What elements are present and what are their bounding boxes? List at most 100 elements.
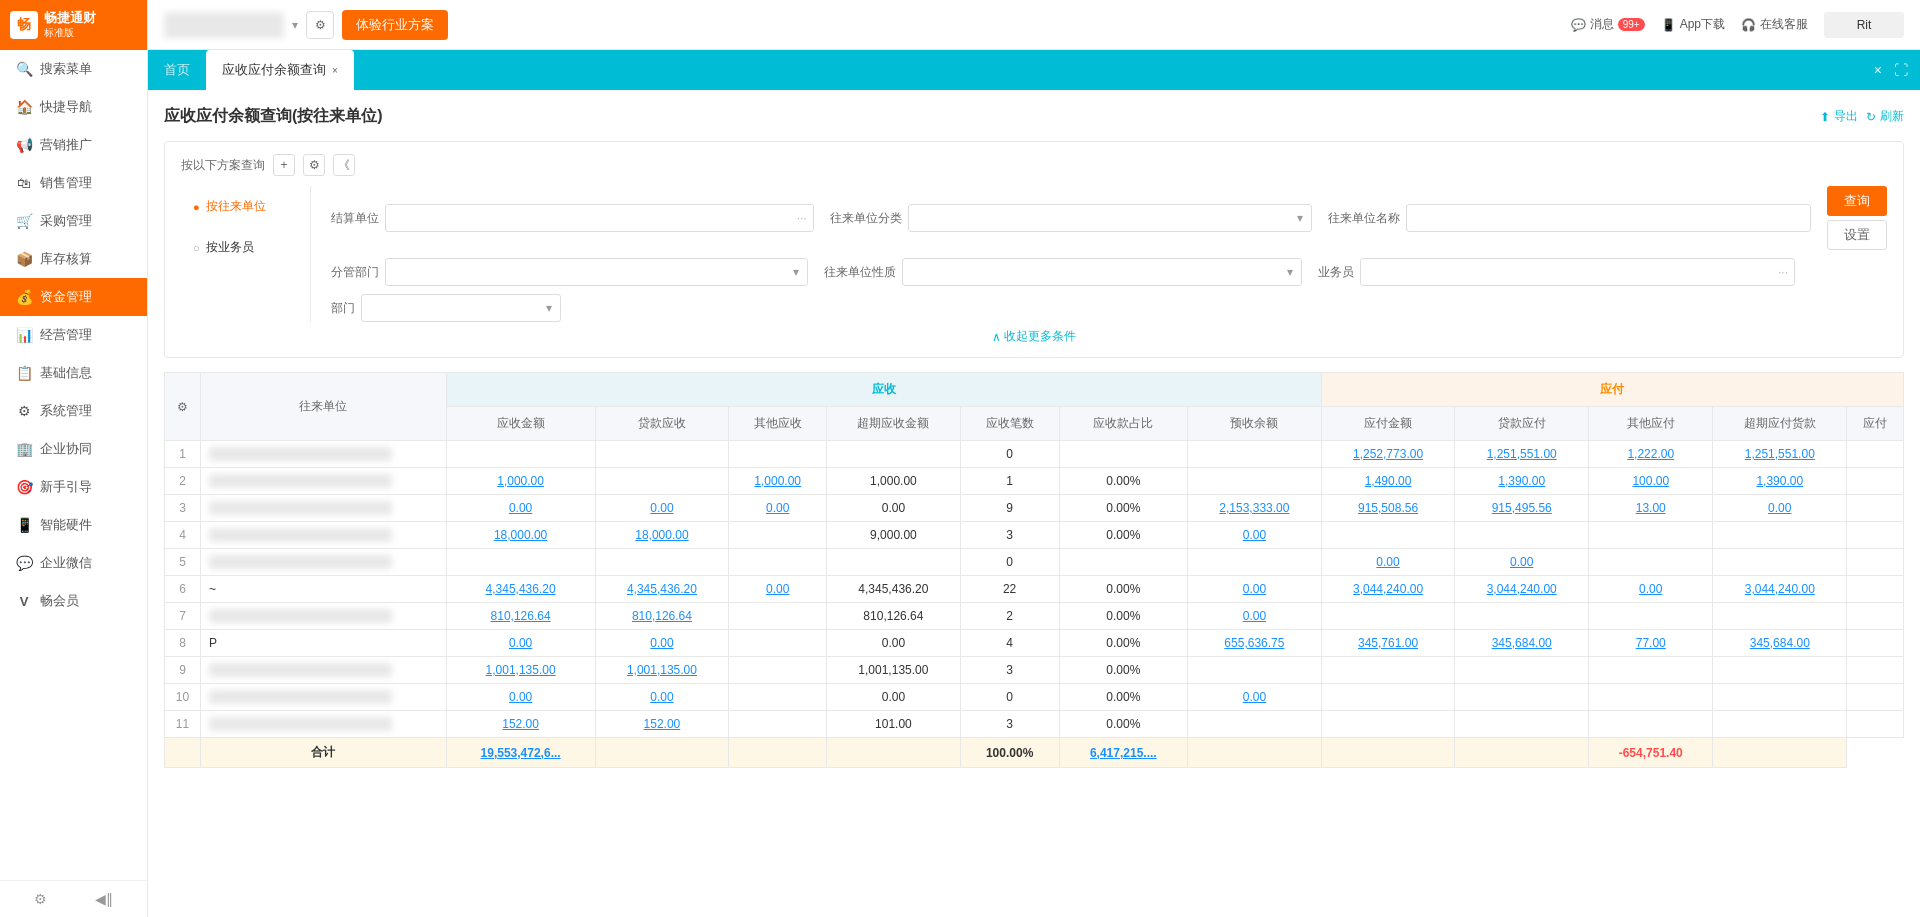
window-close-icon[interactable]: × [1874,62,1882,78]
sidebar-settings-btn[interactable]: ⚙ [34,891,47,907]
query-btn-group: 查询 设置 [1827,186,1887,250]
col-rec-overdue: 超期应收金额 [827,407,961,441]
collapse-arrow-icon: 《 [338,157,350,174]
sidebar: 畅 畅捷通财 标准版 🔍 搜索菜单 🏠 快捷导航 📢 营销推广 🛍 销售管理 🛒… [0,0,148,917]
export-button[interactable]: ⬆ 导出 [1820,108,1858,125]
search-fields-container: ● 按往来单位 ○ 按业务员 [181,186,1887,322]
sidebar-item-search[interactable]: 🔍 搜索菜单 [0,50,147,88]
home-icon: 🏠 [16,99,32,115]
header-right: 💬 消息 99+ 📱 App下载 🎧 在线客服 Rit [1571,12,1904,38]
tab-close-icon[interactable]: × [332,65,338,76]
sidebar-item-sales[interactable]: 🛍 销售管理 [0,164,147,202]
sidebar-item-guide[interactable]: 🎯 新手引导 [0,468,147,506]
field-department: 部门 ▾ [323,294,1887,322]
chevron-up-icon: ∧ [992,330,1001,344]
page-inner: 应收应付余额查询(按往来单位) ⬆ 导出 ↻ 刷新 [148,90,1920,917]
tab-receivables[interactable]: 应收应付余额查询 × [206,50,354,90]
sidebar-item-hardware[interactable]: 📱 智能硬件 [0,506,147,544]
online-service-action[interactable]: 🎧 在线客服 [1741,16,1808,33]
sidebar-item-purchase[interactable]: 🛒 采购管理 [0,202,147,240]
basic-icon: 📋 [16,365,32,381]
sidebar-bottom: ⚙ ◀‖ [0,880,147,917]
settings-small-icon: ⚙ [309,158,320,172]
user-info[interactable]: Rit [1824,12,1904,38]
window-expand-icon[interactable]: ⛶ [1894,62,1908,78]
col-rec-other: 其他应收 [729,407,827,441]
total-rec-amount[interactable]: 19,553,472,6... [446,738,595,768]
salesperson-input[interactable]: ··· [1360,258,1795,286]
receivable-group-header: 应收 [446,373,1321,407]
total-pay-prepay[interactable]: 6,417,215.... [1059,738,1188,768]
sidebar-item-inventory[interactable]: 📦 库存核算 [0,240,147,278]
partner-name-input[interactable] [1406,204,1811,232]
app-logo: 畅 畅捷通财 标准版 [0,0,147,50]
table-row: 418,000.0018,000.009,000.0030.00%0.00 [165,522,1904,549]
search-area: 按以下方案查询 + ⚙ 《 [164,141,1904,358]
partner-name-cell [201,684,447,711]
main-area: ▾ ⚙ 体验行业方案 💬 消息 99+ 📱 App下载 🎧 在线 [148,0,1920,917]
partner-category-select[interactable]: ▾ [908,204,1313,232]
field-salesperson: 业务员 ··· [1310,258,1803,286]
page-content: 应收应付余额查询(按往来单位) ⬆ 导出 ↻ 刷新 [148,90,1920,917]
col-rec-loan: 贷款应收 [595,407,729,441]
sidebar-item-business[interactable]: 📊 经营管理 [0,316,147,354]
collapse-more-button[interactable]: ∧ 收起更多条件 [992,328,1076,345]
logo-badge: 标准版 [44,26,96,40]
scheme-collapse-button[interactable]: 《 [333,154,355,176]
corp-icon: 🏢 [16,441,32,457]
add-scheme-button[interactable]: + [273,154,295,176]
sidebar-item-corp[interactable]: 🏢 企业协同 [0,430,147,468]
partner-nature-select[interactable]: ▾ [902,258,1301,286]
left-nav-panel: ● 按往来单位 ○ 按业务员 [181,186,311,322]
set-button[interactable]: 设置 [1827,220,1887,250]
search-label: 按以下方案查询 [181,157,265,174]
inventory-icon: 📦 [16,251,32,267]
field-partner-name: 往来单位名称 [1320,186,1819,250]
sidebar-item-system[interactable]: ⚙ 系统管理 [0,392,147,430]
logo-text: 畅捷通财 [44,10,96,26]
sidebar-item-wechat[interactable]: 💬 企业微信 [0,544,147,582]
partner-col-header: 往来单位 [201,373,447,441]
messages-action[interactable]: 💬 消息 99+ [1571,16,1645,33]
nav-by-salesperson[interactable]: ○ 按业务员 [181,231,302,264]
settlement-unit-input[interactable]: ··· [385,204,814,232]
sidebar-item-basic[interactable]: 📋 基础信息 [0,354,147,392]
app-download-action[interactable]: 📱 App下载 [1661,16,1725,33]
table-settings-icon[interactable]: ⚙ [177,400,188,414]
department-select[interactable]: ▾ [361,294,561,322]
query-button[interactable]: 查询 [1827,186,1887,216]
scheme-settings-button[interactable]: ⚙ [303,154,325,176]
data-table: ⚙ 往来单位 应收 应付 应收金额 贷款应收 其他应收 超期应收金额 [164,372,1904,768]
settings-gear-button[interactable]: ⚙ [306,11,334,39]
sidebar-item-quick[interactable]: 🏠 快捷导航 [0,88,147,126]
refresh-button[interactable]: ↻ 刷新 [1866,108,1904,125]
message-badge: 99+ [1618,18,1645,31]
total-settings [165,738,201,768]
table-row: 500.000.00 [165,549,1904,576]
partner-name-cell [201,603,447,630]
page-header-actions: ⬆ 导出 ↻ 刷新 [1820,108,1904,125]
payable-group-header: 应付 [1321,373,1903,407]
sidebar-item-member[interactable]: V 畅会员 [0,582,147,620]
promo-button[interactable]: 体验行业方案 [342,10,448,40]
table-row: 8P0.000.000.0040.00%655,636.75345,761.00… [165,630,1904,657]
partner-name-cell: P [201,630,447,657]
tab-bar: 首页 应收应付余额查询 × × ⛶ [148,50,1920,90]
search-toolbar: 按以下方案查询 + ⚙ 《 [181,154,1887,176]
search-fields-area: 结算单位 ··· 往来单位分类 ▾ [323,186,1887,322]
tab-receivables-label: 应收应付余额查询 [222,61,326,79]
sidebar-item-marketing[interactable]: 📢 营销推广 [0,126,147,164]
sidebar-item-finance[interactable]: 💰 资金管理 [0,278,147,316]
table-row: 6~4,345,436.204,345,436.200.004,345,436.… [165,576,1904,603]
nav-by-partner[interactable]: ● 按往来单位 [181,190,302,223]
partner-name-cell [201,522,447,549]
total-label: 合计 [201,738,447,768]
business-icon: 📊 [16,327,32,343]
settlement-unit-label: 结算单位 [331,210,379,227]
hardware-icon: 📱 [16,517,32,533]
dept-in-charge-select[interactable]: ▾ [385,258,808,286]
tab-home[interactable]: 首页 [148,50,206,90]
sidebar-collapse-btn[interactable]: ◀‖ [95,891,113,907]
col-rec-amount: 应收金额 [446,407,595,441]
col-pay-other: 其他应付 [1589,407,1713,441]
